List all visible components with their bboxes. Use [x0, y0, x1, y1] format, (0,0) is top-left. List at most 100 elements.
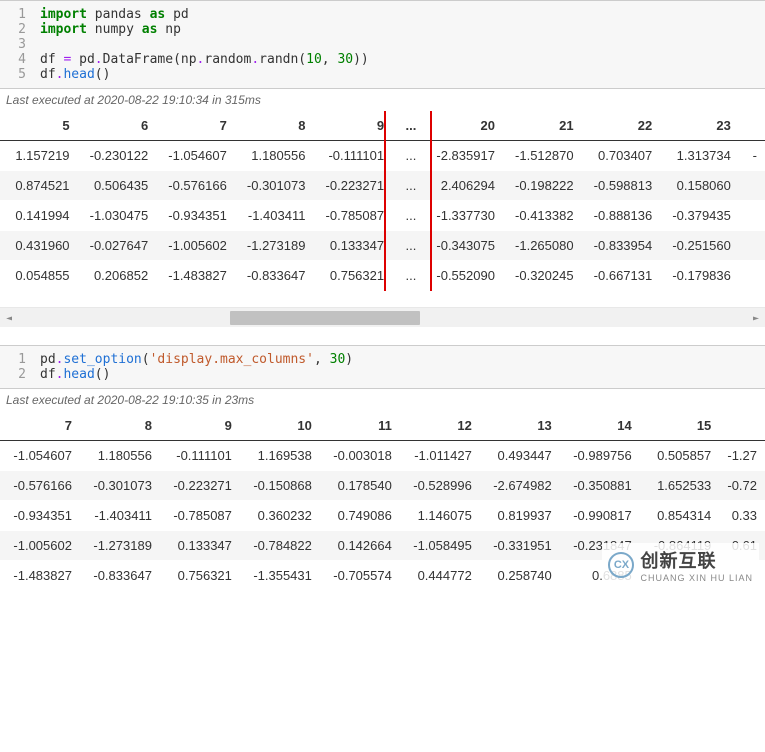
table-cell: -0.598813 — [582, 171, 661, 201]
table-cell: -1.512870 — [503, 141, 582, 171]
table-cell: 0.505857 — [640, 441, 720, 471]
line-number: 1 — [0, 7, 40, 22]
table-cell: -0.413382 — [503, 201, 582, 231]
code-line[interactable]: 3 — [0, 37, 765, 52]
table-cell — [739, 231, 765, 261]
table-cell: -0.301073 — [235, 171, 314, 201]
dataframe-table-2[interactable]: 789101112131415-1.0546071.180556-0.11110… — [0, 411, 765, 591]
table-cell: 0.756321 — [160, 561, 240, 591]
exec-info-2: Last executed at 2020-08-22 19:10:35 in … — [0, 389, 765, 411]
table-cell: 0.258740 — [480, 561, 560, 591]
table-cell: -0.864119 — [640, 531, 720, 561]
table-row: 0.431960-0.027647-1.005602-1.2731890.133… — [0, 231, 765, 261]
code-line[interactable]: 2df.head() — [0, 367, 765, 382]
table-cell: -0.990817 — [560, 501, 640, 531]
table-cell: 1.146075 — [400, 501, 480, 531]
table-cell: 0.493447 — [480, 441, 560, 471]
code-cell-2[interactable]: 1pd.set_option('display.max_columns', 30… — [0, 345, 765, 389]
line-number: 1 — [0, 352, 40, 367]
table-cell: -0.833647 — [80, 561, 160, 591]
table-cell: 0.206852 — [78, 261, 157, 291]
table-cell: -1.058495 — [400, 531, 480, 561]
column-header: 6 — [78, 111, 157, 141]
table-cell: 0.819937 — [480, 501, 560, 531]
code-content[interactable]: pd.set_option('display.max_columns', 30) — [40, 352, 765, 367]
column-header: 14 — [560, 411, 640, 441]
table-cell: -1.005602 — [0, 531, 80, 561]
table-cell: 1.652533 — [640, 471, 720, 501]
table-cell: -0.576166 — [156, 171, 235, 201]
table-cell: 0.33 — [719, 501, 765, 531]
column-header: 8 — [80, 411, 160, 441]
table-cell — [739, 171, 765, 201]
code-content[interactable]: df.head() — [40, 67, 765, 82]
table-cell: -0.223271 — [160, 471, 240, 501]
table-row: -1.005602-1.2731890.133347-0.7848220.142… — [0, 531, 765, 561]
dataframe-table-1[interactable]: 56789...202122231.157219-0.230122-1.0546… — [0, 111, 765, 291]
table-cell: -0.785087 — [313, 201, 392, 231]
table-cell: ... — [392, 201, 424, 231]
column-header: 11 — [320, 411, 400, 441]
table-cell: ... — [392, 231, 424, 261]
table-cell: 0.133347 — [313, 231, 392, 261]
column-header: 7 — [0, 411, 80, 441]
table-cell: 0.178540 — [320, 471, 400, 501]
column-header: 20 — [424, 111, 503, 141]
code-content[interactable]: df.head() — [40, 367, 765, 382]
column-header: 12 — [400, 411, 480, 441]
table-cell: 0.703407 — [582, 141, 661, 171]
scroll-right-arrow[interactable]: ► — [747, 308, 765, 328]
table-row: 0.141994-1.030475-0.934351-1.403411-0.78… — [0, 201, 765, 231]
code-line[interactable]: 5df.head() — [0, 67, 765, 82]
code-line[interactable]: 4df = pd.DataFrame(np.random.randn(10, 3… — [0, 52, 765, 67]
scrollbar-thumb[interactable] — [230, 311, 420, 325]
table-cell: -0.667131 — [582, 261, 661, 291]
column-header: 22 — [582, 111, 661, 141]
table-cell: 0.854314 — [640, 501, 720, 531]
table-cell: 1.180556 — [80, 441, 160, 471]
horizontal-scrollbar[interactable]: ◄ ► — [0, 307, 765, 327]
table-cell: -0.552090 — [424, 261, 503, 291]
table-cell: 0.054855 — [0, 261, 78, 291]
table-cell: -0.379435 — [660, 201, 739, 231]
table-row: 1.157219-0.230122-1.0546071.180556-0.111… — [0, 141, 765, 171]
scroll-left-arrow[interactable]: ◄ — [0, 308, 18, 328]
table-cell: -1.403411 — [80, 501, 160, 531]
table-cell: -0.989756 — [560, 441, 640, 471]
table-cell: 0.61 — [719, 531, 765, 561]
line-number: 4 — [0, 52, 40, 67]
code-content[interactable]: import pandas as pd — [40, 7, 765, 22]
code-content[interactable]: df = pd.DataFrame(np.random.randn(10, 30… — [40, 52, 765, 67]
table-cell: 2.406294 — [424, 171, 503, 201]
table-cell: -1.483827 — [156, 261, 235, 291]
code-cell-1[interactable]: 1import pandas as pd2import numpy as np3… — [0, 0, 765, 89]
table-cell: 0.360232 — [240, 501, 320, 531]
table-cell: -0.251560 — [660, 231, 739, 261]
table-cell: ... — [392, 171, 424, 201]
code-line[interactable]: 2import numpy as np — [0, 22, 765, 37]
code-content[interactable]: import numpy as np — [40, 22, 765, 37]
table-cell: -0.888136 — [582, 201, 661, 231]
column-header: 21 — [503, 111, 582, 141]
table-cell: ... — [392, 141, 424, 171]
table-cell: -0.301073 — [80, 471, 160, 501]
table-cell: -1.483827 — [0, 561, 80, 591]
column-header: 9 — [313, 111, 392, 141]
table-cell: - — [739, 141, 765, 171]
line-number: 5 — [0, 67, 40, 82]
table-cell — [739, 201, 765, 231]
table-cell: -1.273189 — [80, 531, 160, 561]
table-cell: -0.223271 — [313, 171, 392, 201]
table-row: -0.934351-1.403411-0.7850870.3602320.749… — [0, 501, 765, 531]
table-cell: 0.431960 — [0, 231, 78, 261]
column-header: 7 — [156, 111, 235, 141]
table-cell: -1.403411 — [235, 201, 314, 231]
table-cell: -1.011427 — [400, 441, 480, 471]
table-row: -1.0546071.180556-0.1111011.169538-0.003… — [0, 441, 765, 471]
table-cell: 0.756321 — [313, 261, 392, 291]
column-header: ... — [392, 111, 424, 141]
code-line[interactable]: 1import pandas as pd — [0, 7, 765, 22]
table-cell: -0.833954 — [582, 231, 661, 261]
line-number: 2 — [0, 22, 40, 37]
code-line[interactable]: 1pd.set_option('display.max_columns', 30… — [0, 352, 765, 367]
